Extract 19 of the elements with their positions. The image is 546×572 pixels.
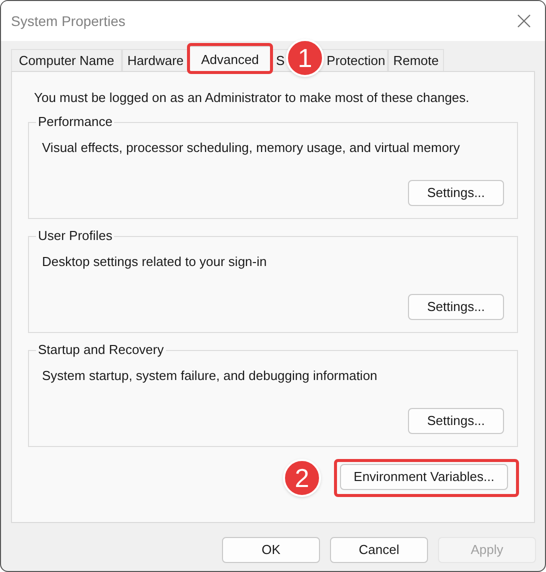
tab[interactable]: Advanced bbox=[189, 46, 271, 72]
group-description: Desktop settings related to your sign-in bbox=[42, 252, 268, 271]
tab[interactable]: Remote bbox=[388, 49, 444, 71]
settings-button[interactable]: Settings... bbox=[408, 294, 504, 320]
window-title: System Properties bbox=[11, 12, 126, 31]
group-description: Visual effects, processor scheduling, memory usage, and virtual memory bbox=[42, 138, 461, 157]
environment-variables-button[interactable]: Environment Variables... bbox=[340, 464, 508, 490]
dialog-button[interactable]: Cancel bbox=[330, 537, 428, 563]
group-title: Startup and Recovery bbox=[36, 342, 166, 358]
group-title: Performance bbox=[36, 114, 114, 130]
tab[interactable]: Hardware bbox=[122, 49, 189, 71]
settings-button[interactable]: Settings... bbox=[408, 180, 504, 206]
notice-text: You must be logged on as an Administrator to make most of these changes. bbox=[34, 89, 470, 107]
group-description: System startup, system failure, and debugging information bbox=[42, 366, 378, 385]
group-title: User Profiles bbox=[36, 228, 114, 244]
settings-button[interactable]: Settings... bbox=[408, 408, 504, 434]
tab[interactable]: Computer Name bbox=[11, 49, 122, 71]
close-icon[interactable] bbox=[517, 14, 531, 28]
dialog-button[interactable]: OK bbox=[222, 537, 320, 563]
